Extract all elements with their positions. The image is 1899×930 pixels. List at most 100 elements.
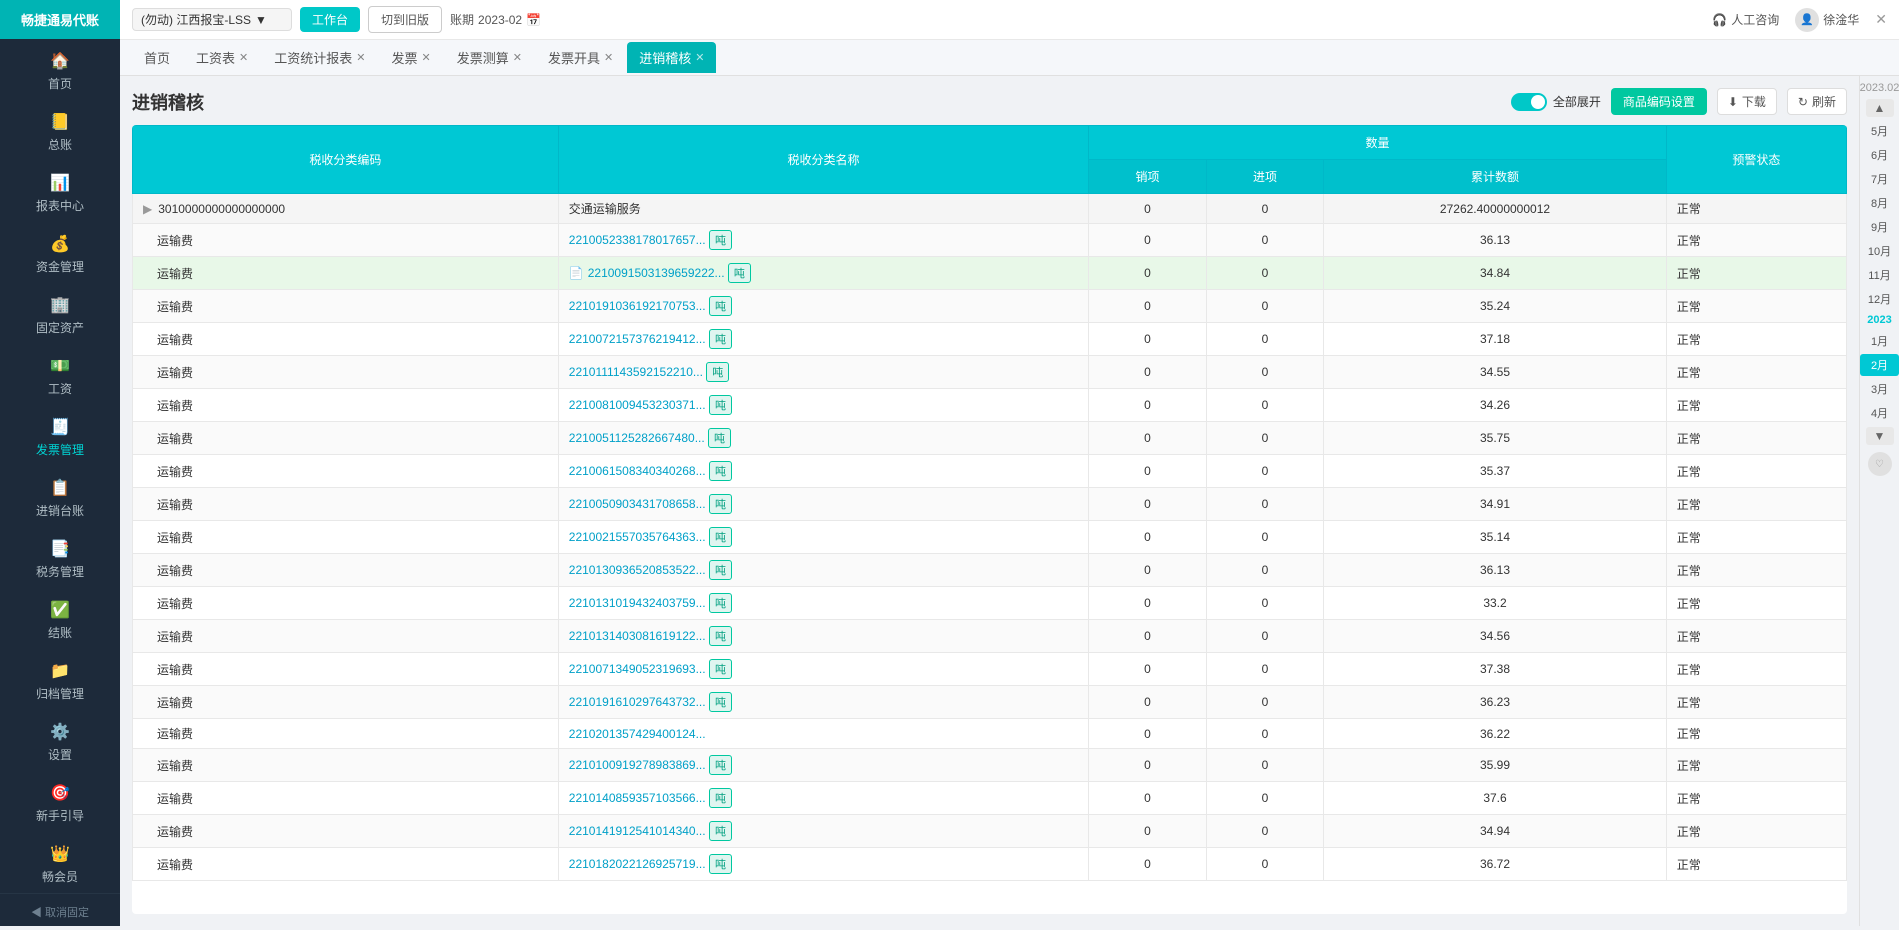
home-icon: 🏠 xyxy=(50,51,70,71)
sidebar-collapse[interactable]: ◀ 取消固定 xyxy=(0,893,120,930)
rp-up-button[interactable]: ▲ xyxy=(1866,99,1894,117)
tab-reconcile[interactable]: 进销稽核 ✕ xyxy=(627,42,716,73)
sidebar-item-archive[interactable]: 📁 归档管理 xyxy=(0,649,120,710)
sidebar-item-reports[interactable]: 📊 报表中心 xyxy=(0,161,120,222)
sidebar-item-home[interactable]: 🏠 首页 xyxy=(0,39,120,100)
cell-leiji: 34.94 xyxy=(1324,815,1666,848)
sidebar-item-label: 首页 xyxy=(48,75,72,92)
sidebar-item-sales[interactable]: 📋 进销台账 xyxy=(0,466,120,527)
tab-home[interactable]: 首页 xyxy=(132,42,182,73)
tab-close-icon[interactable]: ✕ xyxy=(356,51,365,64)
rp-month-9[interactable]: 9月 xyxy=(1860,216,1899,238)
cell-xiaoxiang: 0 xyxy=(1089,620,1207,653)
rp-month-5[interactable]: 5月 xyxy=(1860,120,1899,142)
cell-status: 正常 xyxy=(1666,782,1846,815)
cell-code: 运输费 xyxy=(133,455,559,488)
rp-month-1[interactable]: 1月 xyxy=(1860,330,1899,352)
cell-invoice-id: 2210130936520853522... 吨 xyxy=(558,554,1088,587)
cell-code: 运输费 xyxy=(133,620,559,653)
tab-bar: 首页 工资表 ✕ 工资统计报表 ✕ 发票 ✕ 发票测算 ✕ 发票开具 ✕ 进销稽… xyxy=(120,40,1899,76)
sidebar-item-label: 总账 xyxy=(48,136,72,153)
tab-invoice-issue[interactable]: 发票开具 ✕ xyxy=(536,42,625,73)
rp-down-button[interactable]: ▼ xyxy=(1866,427,1894,445)
rp-month-3[interactable]: 3月 xyxy=(1860,378,1899,400)
cell-invoice-id: 2210061508340340268... 吨 xyxy=(558,455,1088,488)
cell-name: 交通运输服务 xyxy=(558,194,1088,224)
tag-wu: 吨 xyxy=(706,362,729,382)
calendar-icon[interactable]: 📅 xyxy=(526,13,541,27)
tab-close-icon[interactable]: ✕ xyxy=(239,51,248,64)
table-row: 运输费2210071349052319693... 吨0037.38正常 xyxy=(133,653,1847,686)
tag-wu: 吨 xyxy=(709,692,732,712)
cell-code: 运输费 xyxy=(133,422,559,455)
sidebar-item-funds[interactable]: 💰 资金管理 xyxy=(0,222,120,283)
data-table: 税收分类编码 税收分类名称 数量 预警状态 销项 进项 累计数额 ▶301000… xyxy=(132,125,1847,881)
sidebar-item-settings[interactable]: ⚙️ 设置 xyxy=(0,710,120,771)
table-row: 运输费2210140859357103566... 吨0037.6正常 xyxy=(133,782,1847,815)
workbench-button[interactable]: 工作台 xyxy=(300,7,360,32)
tax-icon: 📑 xyxy=(50,539,70,559)
rp-month-6[interactable]: 6月 xyxy=(1860,144,1899,166)
cell-jinxiang: 0 xyxy=(1206,686,1324,719)
cell-status: 正常 xyxy=(1666,686,1846,719)
cell-code: 运输费 xyxy=(133,749,559,782)
cell-leiji: 34.56 xyxy=(1324,620,1666,653)
expand-toggle[interactable] xyxy=(1511,93,1547,111)
tab-salary-table[interactable]: 工资表 ✕ xyxy=(184,42,260,73)
sidebar-item-label: 工资 xyxy=(48,380,72,397)
sidebar-item-tax[interactable]: 📑 税务管理 xyxy=(0,527,120,588)
switch-version-button[interactable]: 切到旧版 xyxy=(368,6,442,33)
download-label: 下载 xyxy=(1742,93,1766,110)
download-button[interactable]: ⬇ 下载 xyxy=(1717,88,1777,115)
tab-close-icon[interactable]: ✕ xyxy=(604,51,613,64)
sidebar-item-member[interactable]: 👑 畅会员 xyxy=(0,832,120,893)
sidebar-item-invoice[interactable]: 🧾 发票管理 xyxy=(0,405,120,466)
cell-leiji: 37.38 xyxy=(1324,653,1666,686)
tag-wu: 吨 xyxy=(709,854,732,874)
cell-status: 正常 xyxy=(1666,356,1846,389)
cell-jinxiang: 0 xyxy=(1206,815,1324,848)
sidebar-item-guide[interactable]: 🎯 新手引导 xyxy=(0,771,120,832)
col-name-header: 税收分类名称 xyxy=(558,126,1088,194)
cell-status: 正常 xyxy=(1666,389,1846,422)
tab-close-icon[interactable]: ✕ xyxy=(422,51,431,64)
rp-month-2[interactable]: 2月 xyxy=(1860,354,1899,376)
cell-leiji: 34.26 xyxy=(1324,389,1666,422)
cell-leiji: 35.75 xyxy=(1324,422,1666,455)
user-profile[interactable]: 👤 徐淦华 xyxy=(1795,8,1859,32)
rp-month-10[interactable]: 10月 xyxy=(1860,240,1899,262)
cell-xiaoxiang: 0 xyxy=(1089,194,1207,224)
close-button[interactable]: ✕ xyxy=(1875,11,1887,28)
sidebar-item-assets[interactable]: 🏢 固定资产 xyxy=(0,283,120,344)
rp-month-12[interactable]: 12月 xyxy=(1860,288,1899,310)
cell-xiaoxiang: 0 xyxy=(1089,389,1207,422)
product-code-settings-button[interactable]: 商品编码设置 xyxy=(1611,88,1707,115)
cell-jinxiang: 0 xyxy=(1206,488,1324,521)
rp-month-8[interactable]: 8月 xyxy=(1860,192,1899,214)
tag-wu: 吨 xyxy=(708,428,731,448)
sidebar-item-ledger[interactable]: 📒 总账 xyxy=(0,100,120,161)
tab-close-icon[interactable]: ✕ xyxy=(695,51,704,64)
tab-salary-report[interactable]: 工资统计报表 ✕ xyxy=(262,42,377,73)
rp-month-4[interactable]: 4月 xyxy=(1860,402,1899,424)
tab-invoice[interactable]: 发票 ✕ xyxy=(379,42,442,73)
refresh-button[interactable]: ↻ 刷新 xyxy=(1787,88,1847,115)
cell-status: 正常 xyxy=(1666,422,1846,455)
tab-close-icon[interactable]: ✕ xyxy=(513,51,522,64)
table-row: 运输费2210141912541014340... 吨0034.94正常 xyxy=(133,815,1847,848)
company-selector[interactable]: (勿动) 江西报宝-LSS ▼ xyxy=(132,8,292,31)
cell-status: 正常 xyxy=(1666,521,1846,554)
cell-status: 正常 xyxy=(1666,290,1846,323)
sidebar-item-checkout[interactable]: ✅ 结账 xyxy=(0,588,120,649)
cell-jinxiang: 0 xyxy=(1206,620,1324,653)
service-link[interactable]: 🎧 人工咨询 xyxy=(1712,11,1779,28)
rp-year1: 2023.02 xyxy=(1860,80,1899,96)
rp-heart-icon: ♡ xyxy=(1868,452,1892,476)
rp-month-7[interactable]: 7月 xyxy=(1860,168,1899,190)
rp-month-11[interactable]: 11月 xyxy=(1860,264,1899,286)
tab-invoice-calc[interactable]: 发票测算 ✕ xyxy=(445,42,534,73)
cell-leiji: 34.91 xyxy=(1324,488,1666,521)
sidebar-item-salary[interactable]: 💵 工资 xyxy=(0,344,120,405)
cell-status: 正常 xyxy=(1666,323,1846,356)
cell-invoice-id: 2210182022126925719... 吨 xyxy=(558,848,1088,881)
